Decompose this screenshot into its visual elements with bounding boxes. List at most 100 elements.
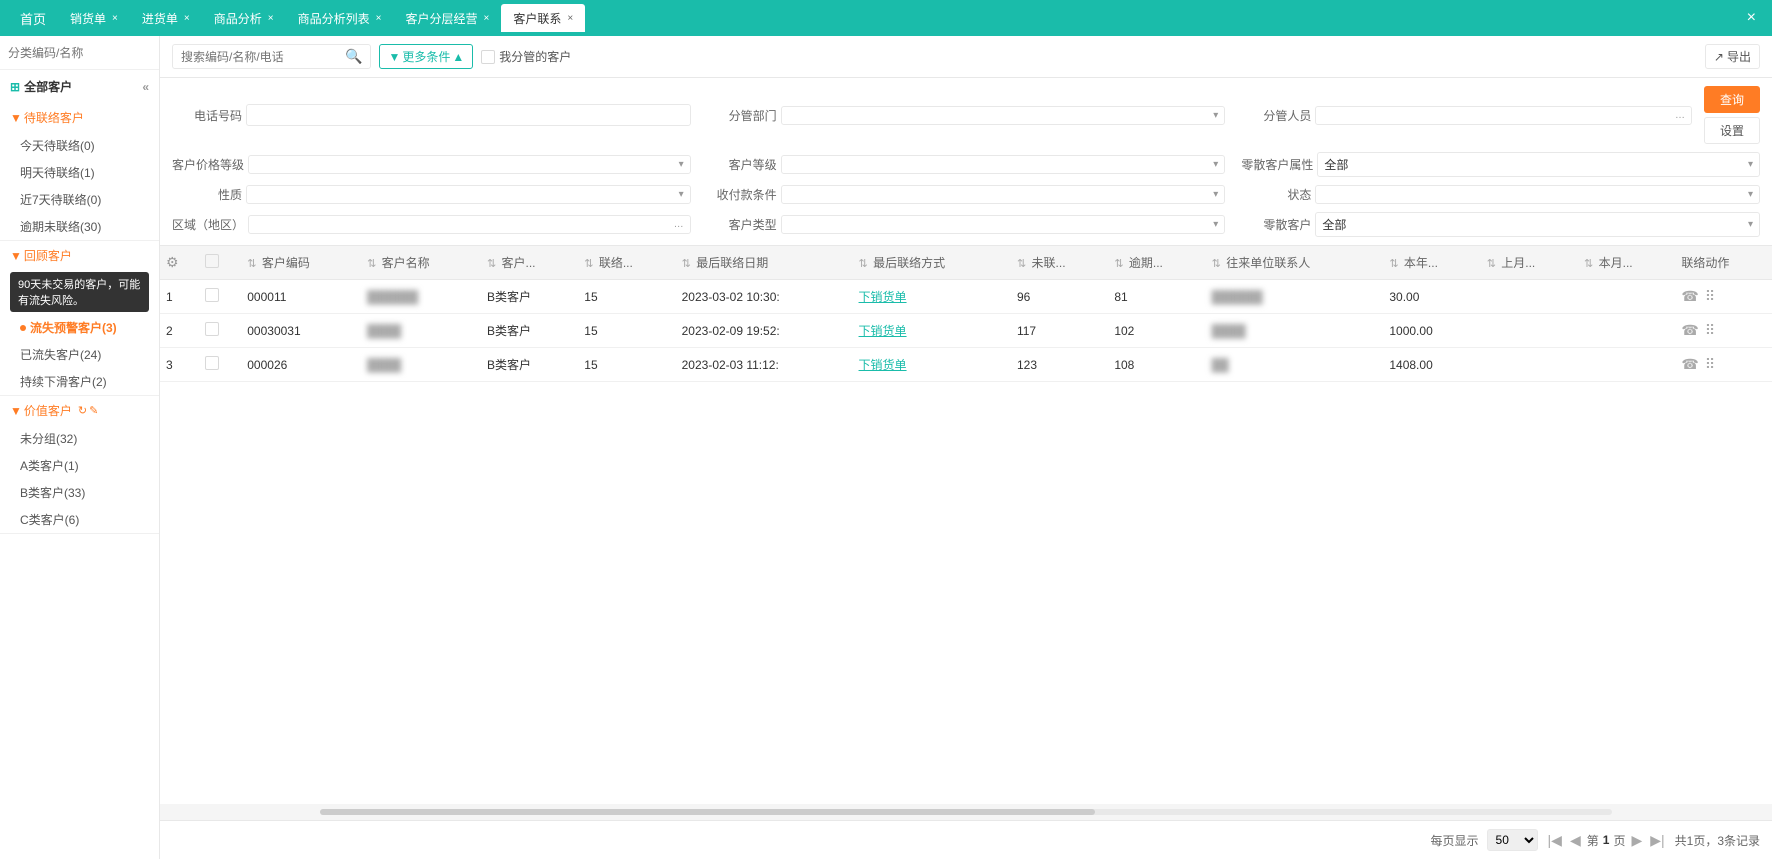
sidebar-item-churn-warning[interactable]: 流失预警客户(3) [0, 314, 159, 341]
sidebar-item-c-class[interactable]: C类客户(6) [0, 506, 159, 533]
row-last-type[interactable]: 下销货单 [853, 280, 1011, 314]
sidebar-item-churned[interactable]: 已流失客户(24) [0, 341, 159, 368]
col-checkbox-header[interactable] [199, 246, 241, 280]
sidebar-item-a-class[interactable]: A类客户(1) [0, 452, 159, 479]
row-last-type[interactable]: 下销货单 [853, 348, 1011, 382]
row-last-type[interactable]: 下销货单 [853, 314, 1011, 348]
customer-type-select[interactable]: ▾ [781, 215, 1226, 234]
prev-page-button[interactable]: ◀ [1568, 832, 1583, 849]
tab-customer-segmentation[interactable]: 客户分层经营 × [393, 4, 501, 32]
query-button[interactable]: 查询 [1704, 86, 1760, 113]
window-close-button[interactable]: × [1739, 9, 1764, 27]
more-action-icon[interactable]: ⠿ [1705, 356, 1715, 373]
nature-select[interactable]: ▾ [246, 185, 691, 204]
tab-close-purchase[interactable]: × [184, 13, 190, 24]
arrow-down-icon: ▼ [10, 111, 22, 125]
my-customers-checkbox-area[interactable]: 我分管的客户 [481, 48, 571, 65]
scroll-thumb[interactable] [320, 809, 1095, 815]
sidebar-item-b-class[interactable]: B类客户(33) [0, 479, 159, 506]
more-action-icon[interactable]: ⠿ [1705, 288, 1715, 305]
per-page-select[interactable]: 50 100 200 [1487, 829, 1538, 851]
settings-button[interactable]: 设置 [1704, 117, 1760, 144]
row-checkbox[interactable] [199, 280, 241, 314]
sidebar-item-7days[interactable]: 近7天待联络(0) [0, 186, 159, 213]
col-name-header[interactable]: ⇅ 客户名称 [361, 246, 481, 280]
edit-icon[interactable]: ✎ [89, 404, 98, 417]
group-pending-contact-title[interactable]: ▼ 待联络客户 [0, 103, 159, 132]
payment-label: 收付款条件 [707, 186, 777, 203]
group-value-title[interactable]: ▼ 价值客户 ↻ ✎ [0, 396, 159, 425]
status-select[interactable]: ▾ [1315, 185, 1760, 204]
price-level-select[interactable]: ▾ [248, 155, 691, 174]
sidebar-item-today[interactable]: 今天待联络(0) [0, 132, 159, 159]
contact-icon[interactable]: ☎ [1681, 288, 1698, 305]
sidebar-item-unassigned[interactable]: 未分组(32) [0, 425, 159, 452]
col-settings[interactable]: ⚙ [160, 246, 199, 280]
group-review-title[interactable]: ▼ 回顾客户 [0, 241, 159, 270]
more-conditions-button[interactable]: ▼ 更多条件 ▲ [379, 44, 473, 69]
contact-icon[interactable]: ☎ [1681, 322, 1698, 339]
tab-product-analysis[interactable]: 商品分析 × [202, 4, 286, 32]
search-input[interactable] [181, 50, 341, 64]
tab-close-sales[interactable]: × [112, 13, 118, 24]
sidebar-item-overdue[interactable]: 逾期未联络(30) [0, 213, 159, 240]
col-current-year-header[interactable]: ⇅ 本年... [1383, 246, 1480, 280]
sidebar-search-input[interactable] [8, 46, 160, 60]
payment-select[interactable]: ▾ [781, 185, 1226, 204]
col-uncontacted-header[interactable]: ⇅ 未联... [1011, 246, 1108, 280]
refresh-icon[interactable]: ↻ [78, 404, 87, 417]
export-button[interactable]: ↗ 导出 [1705, 44, 1760, 69]
col-contact-count-header[interactable]: ⇅ 联络... [578, 246, 675, 280]
region-select[interactable]: … [248, 215, 691, 234]
col-contact-person-header[interactable]: ⇅ 往来单位联系人 [1206, 246, 1384, 280]
price-level-arrow: ▾ [679, 159, 684, 170]
row-name: ████ [361, 314, 481, 348]
more-action-icon[interactable]: ⠿ [1705, 322, 1715, 339]
horizontal-scrollbar[interactable] [160, 804, 1772, 820]
row-type: B类客户 [481, 348, 578, 382]
all-customers-title[interactable]: ⊞ 全部客户 « [0, 70, 159, 103]
col-sort-icon[interactable]: ⇅ [247, 258, 256, 270]
home-tab[interactable]: 首页 [8, 9, 58, 28]
person-select[interactable]: … [1315, 106, 1692, 125]
row-checkbox[interactable] [199, 348, 241, 382]
tab-close-contact[interactable]: × [567, 13, 573, 24]
search-icon-toolbar[interactable]: 🔍 [345, 48, 362, 65]
dept-select[interactable]: ▾ [781, 106, 1226, 125]
zero-customer-select[interactable]: 全部 ▾ [1315, 212, 1760, 237]
col-settings-icon[interactable]: ⚙ [166, 254, 179, 270]
next-page-button[interactable]: ▶ [1629, 832, 1644, 849]
first-page-button[interactable]: |◀ [1546, 832, 1564, 849]
col-overdue-header[interactable]: ⇅ 逾期... [1108, 246, 1205, 280]
col-last-date-header[interactable]: ⇅ 最后联络日期 [676, 246, 853, 280]
my-customers-checkbox[interactable] [481, 50, 495, 64]
tab-product-analysis-list[interactable]: 商品分析列表 × [286, 4, 394, 32]
sidebar-collapse-icon[interactable]: « [142, 80, 149, 94]
sidebar-item-tomorrow[interactable]: 明天待联络(1) [0, 159, 159, 186]
sidebar-item-declining[interactable]: 持续下滑客户(2) [0, 368, 159, 395]
group-value-customers: ▼ 价值客户 ↻ ✎ 未分组(32) A类客户(1) B类客户(33) C类客户… [0, 396, 159, 534]
tab-close-product-list[interactable]: × [376, 13, 382, 24]
phone-input[interactable] [246, 104, 691, 126]
col-current-month-header[interactable]: ⇅ 本月... [1578, 246, 1675, 280]
tab-customer-contact[interactable]: 客户联系 × [501, 4, 585, 32]
col-name-sort-icon[interactable]: ⇅ [367, 258, 376, 270]
customer-level-select[interactable]: ▾ [781, 155, 1226, 174]
zero-attr-select[interactable]: 全部 ▾ [1317, 152, 1760, 177]
last-page-button[interactable]: ▶| [1648, 832, 1666, 849]
main-layout: 🔍 ⊞ 全部客户 « ▼ 待联络客户 今天待联络(0) 明天待联络(1) 近7天… [0, 36, 1772, 859]
tab-sales[interactable]: 销货单 × [58, 4, 130, 32]
col-code-header[interactable]: ⇅ 客户编码 [241, 246, 361, 280]
row-contact-count: 15 [578, 348, 675, 382]
tab-purchase[interactable]: 进货单 × [130, 4, 202, 32]
tab-close-segmentation[interactable]: × [483, 13, 489, 24]
header-checkbox[interactable] [205, 254, 219, 268]
tab-close-product-analysis[interactable]: × [268, 13, 274, 24]
col-type-header[interactable]: ⇅ 客户... [481, 246, 578, 280]
col-last-type-header[interactable]: ⇅ 最后联络方式 [853, 246, 1011, 280]
col-last-month-header[interactable]: ⇅ 上月... [1481, 246, 1578, 280]
col-type-sort-icon[interactable]: ⇅ [487, 258, 496, 270]
row-checkbox[interactable] [199, 314, 241, 348]
contact-icon[interactable]: ☎ [1681, 356, 1698, 373]
scroll-track [320, 809, 1612, 815]
